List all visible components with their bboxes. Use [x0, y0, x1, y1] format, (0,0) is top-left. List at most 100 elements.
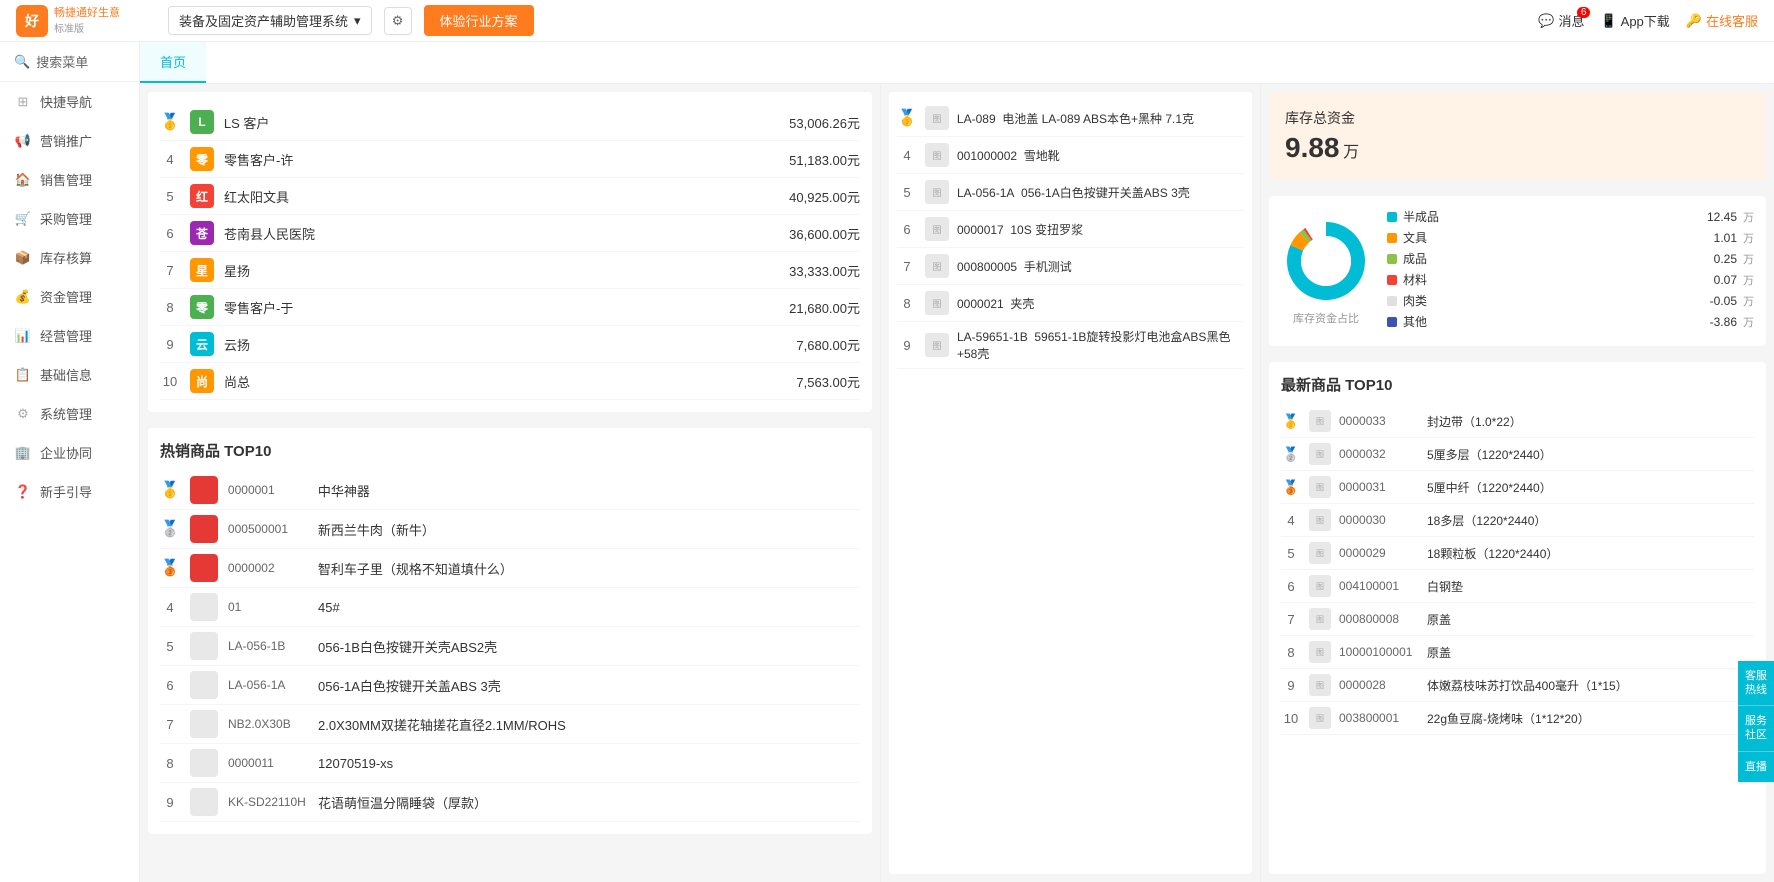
rank-avatar: 星	[190, 258, 214, 282]
rank-avatar: 云	[190, 332, 214, 356]
tab-home[interactable]: 首页	[140, 42, 206, 83]
rank-number: 6	[160, 226, 180, 241]
legend-name: 其他	[1403, 313, 1704, 330]
rank-avatar: 红	[190, 184, 214, 208]
legend-item: 成品 0.25 万	[1387, 250, 1754, 267]
rank-avatar: 零	[190, 147, 214, 171]
app-icon: 📱	[1600, 13, 1616, 29]
search-menu[interactable]: 🔍 搜索菜单	[0, 42, 139, 82]
legend-value: -3.86	[1710, 315, 1737, 329]
np-name: 18颗粒板（1220*2440）	[1427, 545, 1754, 562]
sidebar-item-system[interactable]: ⚙系统管理	[0, 394, 139, 433]
medal-icon: 🥈	[1281, 446, 1301, 463]
nav-icon-basic: 📋	[14, 366, 32, 384]
product-name: 新西兰牛肉（新牛）	[318, 520, 860, 539]
new-product-row: 9 图 0000028 体嫩荔枝味苏打饮品400毫升（1*15）	[1281, 669, 1754, 702]
product-code: LA-056-1B	[228, 639, 308, 653]
np-image: 图	[1309, 575, 1331, 597]
logo-icon: 好	[16, 5, 48, 37]
legend-color-dot	[1387, 254, 1397, 264]
rank-name: 尚总	[224, 372, 786, 391]
online-icon: 🔑	[1686, 13, 1702, 29]
product-rank: 9	[160, 795, 180, 810]
rank-name: 零售客户-许	[224, 150, 779, 169]
chart-legend-card: 库存资金占比 半成品 12.45 万 文具 1.01 万 成品 0.25 万 材…	[1269, 196, 1766, 346]
np-rank: 5	[1281, 546, 1301, 561]
product-code: 0000002	[228, 561, 308, 575]
medal-gold-icon: 🥇	[160, 112, 180, 132]
sidebar-item-guide[interactable]: ❓新手引导	[0, 472, 139, 511]
sidebar-item-marketing[interactable]: 📢营销推广	[0, 121, 139, 160]
sidebar-item-finance[interactable]: 💰 资金管理	[0, 277, 139, 316]
product-code: LA-056-1A	[228, 678, 308, 692]
np-code: 003800001	[1339, 711, 1419, 725]
content-area: 🥇 L LS 客户 53,006.26元 4 零 零售客户-许 51,183.0…	[140, 84, 1774, 882]
mid-product-info: 0000021 夹壳	[957, 295, 1244, 312]
sidebar-item-inventory[interactable]: 📦库存核算	[0, 238, 139, 277]
rank-avatar: 苍	[190, 221, 214, 245]
sidebar-item-sales[interactable]: 🏠销售管理	[0, 160, 139, 199]
nav-label-operations: 经营管理	[40, 326, 92, 345]
right-panel: 库存总资金 9.88 万	[1260, 84, 1774, 882]
logo-sub: 标准版	[54, 20, 120, 35]
legend-color-dot	[1387, 317, 1397, 327]
rank-avatar: L	[190, 110, 214, 134]
product-code: NB2.0X30B	[228, 717, 308, 731]
system-selector[interactable]: 装备及固定资产辅助管理系统 ▾	[168, 6, 372, 35]
new-products-title: 最新商品 TOP10	[1281, 374, 1754, 395]
hot-product-row: 🥇 0000001 中华神器	[160, 471, 860, 510]
product-image	[190, 476, 218, 504]
nav-icon-finance: 💰	[14, 288, 32, 306]
product-name: 056-1A白色按键开关盖ABS 3壳	[318, 676, 860, 695]
np-code: 0000031	[1339, 480, 1419, 494]
product-rank: 5	[160, 639, 180, 654]
legend-name: 成品	[1403, 250, 1708, 267]
np-image: 图	[1309, 641, 1331, 663]
mid-product-info: 000800005 手机测试	[957, 258, 1244, 275]
rank-amount: 51,183.00元	[789, 150, 860, 169]
rank-avatar: 尚	[190, 369, 214, 393]
product-code: 0000011	[228, 756, 308, 770]
app-label: App下载	[1621, 11, 1670, 30]
search-icon: 🔍	[14, 54, 30, 70]
online-service-action[interactable]: 🔑 在线客服	[1686, 11, 1758, 30]
nav-label-finance: 资金管理	[40, 287, 92, 306]
search-menu-label: 搜索菜单	[36, 52, 88, 71]
sidebar-item-quick[interactable]: ⊞快捷导航	[0, 82, 139, 121]
sidebar-item-purchase[interactable]: 🛒采购管理	[0, 199, 139, 238]
legend-name: 材料	[1403, 271, 1708, 288]
hot-products-title: 热销商品 TOP10	[160, 440, 860, 461]
message-action[interactable]: 💬 消息 6	[1538, 11, 1584, 30]
np-image: 图	[1309, 542, 1331, 564]
rank-amount: 53,006.26元	[789, 113, 860, 132]
float-btn[interactable]: 直播	[1738, 752, 1774, 782]
np-rank: 10	[1281, 711, 1301, 726]
product-image	[190, 749, 218, 777]
mid-list-row: 6 图 0000017 10S 变扭罗浆	[897, 211, 1244, 248]
app-download-action[interactable]: 📱 App下载	[1600, 11, 1669, 30]
legend-unit: 万	[1743, 293, 1754, 309]
gear-button[interactable]: ⚙	[384, 7, 412, 35]
sidebar-item-operations[interactable]: 📊经营管理	[0, 316, 139, 355]
sidebar: 🔍 搜索菜单 ⊞快捷导航📢营销推广🏠销售管理🛒采购管理📦库存核算 💰 资金管理 📊经营…	[0, 42, 140, 882]
np-image: 图	[1309, 410, 1331, 432]
legend-color-dot	[1387, 233, 1397, 243]
message-icon: 💬	[1538, 13, 1554, 29]
legend-unit: 万	[1743, 272, 1754, 288]
topbar: 好 畅捷通好生意 标准版 装备及固定资产辅助管理系统 ▾ ⚙ 体验行业方案 💬 …	[0, 0, 1774, 42]
float-btn[interactable]: 服务社区	[1738, 706, 1774, 752]
hot-product-row: 9 KK-SD22110H 花语萌恒温分隔睡袋（厚款）	[160, 783, 860, 822]
topbar-right: 💬 消息 6 📱 App下载 🔑 在线客服	[1538, 11, 1758, 30]
new-products-list: 🥇 图 0000033 封边带（1.0*22） 🥈 图 0000032 5厘多层…	[1281, 405, 1754, 735]
nav-icon-sales: 🏠	[14, 171, 32, 189]
logo-area: 好 畅捷通好生意 标准版	[16, 5, 156, 37]
product-rank: 4	[160, 600, 180, 615]
legend-item: 肉类 -0.05 万	[1387, 292, 1754, 309]
product-image	[190, 593, 218, 621]
sidebar-item-basic[interactable]: 📋基础信息	[0, 355, 139, 394]
medal-icon: 🥇	[897, 108, 917, 128]
left-panel: 🥇 L LS 客户 53,006.26元 4 零 零售客户-许 51,183.0…	[140, 84, 880, 882]
sidebar-item-enterprise[interactable]: 🏢企业协同	[0, 433, 139, 472]
float-btn[interactable]: 客服热线	[1738, 661, 1774, 707]
trial-button[interactable]: 体验行业方案	[424, 5, 534, 36]
